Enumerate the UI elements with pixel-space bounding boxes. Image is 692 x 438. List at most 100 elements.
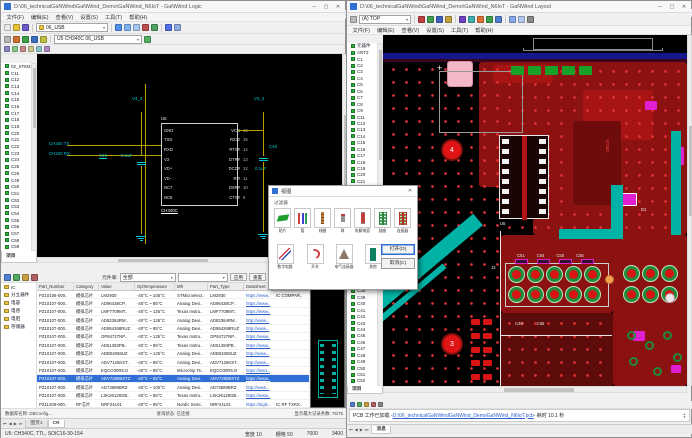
- type-cell[interactable]: 插座: [373, 208, 392, 233]
- category-item[interactable]: 分立器件: [1, 291, 36, 299]
- query-icon[interactable]: [4, 273, 11, 281]
- chip-u5[interactable]: GNDTXDRXDV3VD+VD-NC7NC8 VCC16 R23215 RTS…: [161, 123, 248, 206]
- menu-item[interactable]: 工具(T): [101, 13, 125, 21]
- type-cell[interactable]: 开关: [303, 244, 327, 269]
- type-cell[interactable]: 管: [293, 208, 312, 233]
- menu-item[interactable]: 工具(T): [447, 26, 471, 34]
- arc-icon[interactable]: [36, 46, 42, 52]
- confirm-icon[interactable]: [144, 35, 151, 43]
- line-icon[interactable]: [4, 46, 10, 52]
- tree-item[interactable]: C22: [1, 143, 31, 150]
- tab-messages[interactable]: 消息: [371, 425, 391, 434]
- type-cell[interactable]: 数字电路: [273, 244, 297, 269]
- tree-item[interactable]: 02_STM32: [1, 63, 31, 70]
- table-row[interactable]: PZ10107-000.. 模拟芯片 AD82364RM.. -40°C ~ 125…: [37, 316, 309, 325]
- tree-item[interactable]: C23: [1, 150, 31, 157]
- close-icon[interactable]: ✕: [678, 2, 690, 12]
- chip-partname[interactable]: CH340C: [161, 208, 178, 213]
- zoom-out-icon[interactable]: [518, 15, 525, 23]
- tree-item[interactable]: C58: [1, 237, 31, 244]
- column-header[interactable]: Category: [74, 283, 99, 290]
- tree-item[interactable]: C17: [1, 110, 31, 117]
- tab-project[interactable]: 项目: [1, 251, 37, 263]
- cap-refdes[interactable]: C45: [99, 153, 107, 158]
- settings-icon[interactable]: [174, 24, 181, 31]
- tree-item[interactable]: C16: [1, 103, 31, 110]
- highlight-icon[interactable]: [477, 15, 484, 23]
- tree-item[interactable]: C24: [1, 157, 31, 164]
- pcb-file-link[interactable]: D:\06_technicalGaNWindGaNWind_DemoGaNWin…: [393, 413, 534, 419]
- column-header[interactable]: Value: [99, 283, 135, 290]
- search-filter[interactable]: ▾: [177, 272, 228, 282]
- tree-item[interactable]: C13: [1, 83, 31, 90]
- menu-item[interactable]: 查看(V): [52, 13, 77, 21]
- apply-button[interactable]: 应用: [229, 273, 247, 281]
- menu-item[interactable]: 帮助(H): [126, 13, 151, 21]
- menu-item[interactable]: 文件(F): [3, 13, 27, 21]
- label-icon[interactable]: [44, 46, 50, 52]
- table-row[interactable]: PZ10107-000.. 模拟芯片 ADV7125KST.. -40°C ~ 85…: [37, 358, 309, 367]
- add-part-icon[interactable]: [13, 35, 20, 43]
- table-row[interactable]: PZ10107-000.. 模拟芯片 LMF7709MT.. -40°C ~ 125…: [37, 307, 309, 317]
- pcb-hscrollbar[interactable]: [383, 386, 687, 393]
- menu-item[interactable]: 设置(S): [423, 26, 448, 34]
- save-icon[interactable]: [22, 24, 29, 31]
- minimize-icon[interactable]: ─: [308, 2, 320, 12]
- category-item[interactable]: 存储器: [1, 323, 36, 331]
- tree-item[interactable]: C55: [1, 217, 31, 224]
- type-cell[interactable]: 连接器: [393, 208, 412, 233]
- select-icon[interactable]: [350, 15, 357, 23]
- zoom-in-icon[interactable]: [124, 24, 131, 31]
- menu-item[interactable]: 编辑(E): [373, 26, 398, 34]
- tree-item[interactable]: C18: [1, 117, 31, 124]
- layout-titlebar[interactable]: D:\06_technicalGaNWind\GaNWind_Demo\GaNW…: [347, 1, 691, 13]
- prev-sheet-icon[interactable]: ◀: [9, 421, 13, 426]
- tree-item[interactable]: C52: [1, 197, 31, 204]
- add-bus-icon[interactable]: [31, 35, 38, 43]
- print-icon[interactable]: [151, 24, 158, 31]
- tree-item[interactable]: C14: [1, 90, 31, 97]
- column-header[interactable]: Part_Number: [37, 283, 74, 290]
- library-filter[interactable]: 全部 ▾: [119, 272, 176, 282]
- menu-item[interactable]: 文件(F): [349, 26, 373, 34]
- tree-item[interactable]: C52: [347, 378, 377, 384]
- category-item[interactable]: 电感: [1, 307, 36, 315]
- column-header[interactable]: OpTemperature: [135, 283, 175, 290]
- sheet-selector[interactable]: 06_USB ▾: [36, 23, 108, 32]
- tree-item[interactable]: C19: [1, 123, 31, 130]
- dialog-titlebar[interactable]: 视图 ✕: [269, 186, 417, 197]
- filter-icon[interactable]: [371, 402, 376, 407]
- refresh-icon[interactable]: [142, 24, 149, 31]
- find-icon[interactable]: [378, 402, 383, 407]
- cancel-button[interactable]: 取消(C): [381, 258, 415, 269]
- tree-item[interactable]: C20: [1, 130, 31, 137]
- table-row[interactable]: PZ10107-000.. 模拟芯片 AD73689BRZ -40°C ~ 105°…: [37, 383, 309, 392]
- drc-icon[interactable]: [459, 15, 466, 23]
- category-item[interactable]: 电容: [1, 299, 36, 307]
- tree-item[interactable]: C59: [1, 244, 31, 251]
- close-icon[interactable]: ✕: [404, 186, 416, 196]
- add-wire-icon[interactable]: [22, 35, 29, 43]
- tree-item[interactable]: C15: [1, 96, 31, 103]
- tree-item[interactable]: C25: [1, 163, 31, 170]
- clear-icon[interactable]: [350, 402, 355, 407]
- tree-item[interactable]: C49: [1, 177, 31, 184]
- select-icon[interactable]: [4, 35, 11, 43]
- menu-item[interactable]: 查看(V): [398, 26, 423, 34]
- chip-refdes[interactable]: U5: [161, 116, 167, 121]
- next-tab-icon[interactable]: ▶: [360, 427, 364, 432]
- delete-icon[interactable]: [31, 273, 38, 281]
- table-row[interactable]: PZ10107-000.. 模拟芯片 EQCO30R5.D -40°C ~ 85°C…: [37, 366, 309, 375]
- route-icon[interactable]: [418, 15, 425, 23]
- table-row[interactable]: PZ10107-000.. 模拟芯片 OP84727NP.. -40°C ~ 125…: [37, 332, 309, 342]
- category-item[interactable]: 电阻: [1, 315, 36, 323]
- reset-button[interactable]: 重置: [248, 273, 267, 281]
- open-button[interactable]: 打开(O): [381, 244, 415, 255]
- category-item[interactable]: IC: [1, 283, 36, 291]
- zoom-in-icon[interactable]: [509, 15, 516, 23]
- first-tab-icon[interactable]: ⏮: [349, 427, 354, 432]
- move-icon[interactable]: [486, 15, 493, 23]
- rotate-icon[interactable]: [495, 15, 502, 23]
- layer-selector[interactable]: (A) TOP ▾: [359, 14, 411, 24]
- rect-icon[interactable]: [12, 46, 18, 52]
